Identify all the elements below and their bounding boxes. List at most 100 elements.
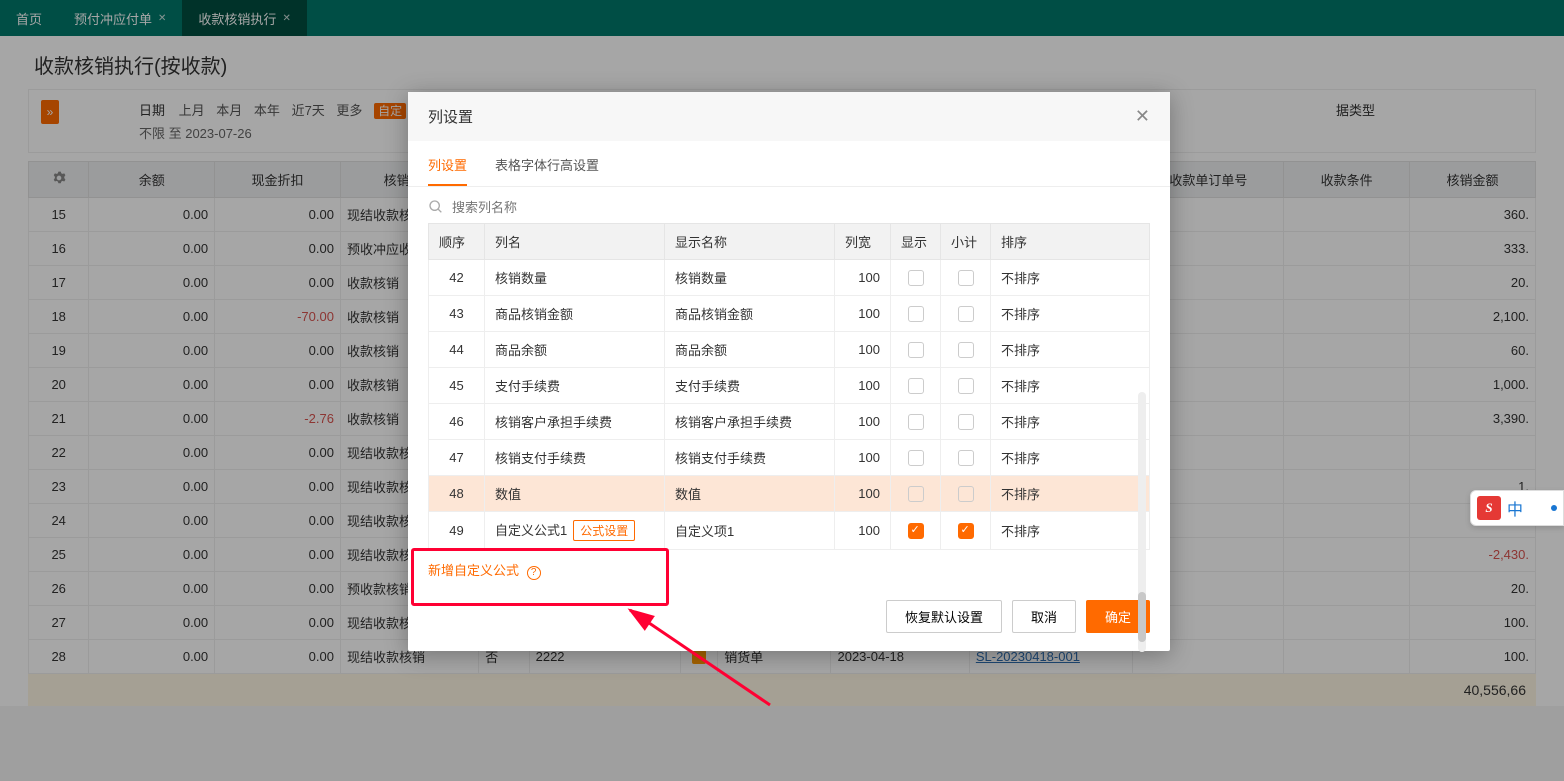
cancel-button[interactable]: 取消 [1012,600,1076,633]
mh-width: 列宽 [835,224,891,260]
checkbox-show[interactable] [908,342,924,358]
checkbox-subtotal[interactable] [958,450,974,466]
cell-show[interactable] [891,476,941,512]
checkbox-subtotal[interactable] [958,523,974,539]
cell-sub[interactable] [941,404,991,440]
cell-width[interactable]: 100 [835,260,891,296]
ime-logo: S [1477,496,1501,520]
cell-width[interactable]: 100 [835,368,891,404]
cell-show[interactable] [891,332,941,368]
modal-title: 列设置 [428,106,473,127]
cell-sort[interactable]: 不排序 [991,512,1150,550]
add-custom-formula-link[interactable]: 新增自定义公式 [428,563,519,578]
cell-sort[interactable]: 不排序 [991,368,1150,404]
cell-sub[interactable] [941,440,991,476]
cell-dispname[interactable]: 数值 [665,476,835,512]
cell-order: 43 [429,296,485,332]
checkbox-show[interactable] [908,378,924,394]
checkbox-show[interactable] [908,306,924,322]
cell-show[interactable] [891,296,941,332]
checkbox-subtotal[interactable] [958,342,974,358]
cell-width[interactable]: 100 [835,404,891,440]
checkbox-show[interactable] [908,270,924,286]
cell-show[interactable] [891,404,941,440]
cell-dispname[interactable]: 商品核销金额 [665,296,835,332]
cell-sort[interactable]: 不排序 [991,476,1150,512]
column-row[interactable]: 47核销支付手续费核销支付手续费100不排序 [429,440,1150,476]
checkbox-subtotal[interactable] [958,486,974,502]
cell-show[interactable] [891,260,941,296]
mh-order: 顺序 [429,224,485,260]
ime-dot-icon [1551,505,1557,511]
checkbox-show[interactable] [908,486,924,502]
checkbox-subtotal[interactable] [958,306,974,322]
cell-sub[interactable] [941,296,991,332]
ime-indicator[interactable]: S 中 [1470,490,1564,526]
column-settings-modal: 列设置 ✕ 列设置 表格字体行高设置 顺序 列名 显示名称 列宽 显示 小计 排… [408,92,1170,651]
cell-colname: 商品余额 [485,332,665,368]
column-row[interactable]: 48数值数值100不排序 [429,476,1150,512]
mh-col: 列名 [485,224,665,260]
cell-colname: 核销客户承担手续费 [485,404,665,440]
mh-disp: 显示名称 [665,224,835,260]
cell-width[interactable]: 100 [835,440,891,476]
cell-sub[interactable] [941,260,991,296]
cell-colname: 支付手续费 [485,368,665,404]
cell-sub[interactable] [941,512,991,550]
checkbox-subtotal[interactable] [958,378,974,394]
ime-lang: 中 [1507,496,1523,520]
checkbox-show[interactable] [908,414,924,430]
cell-order: 42 [429,260,485,296]
cell-width[interactable]: 100 [835,476,891,512]
cell-dispname[interactable]: 商品余额 [665,332,835,368]
modal-close-button[interactable]: ✕ [1135,106,1150,127]
column-row[interactable]: 43商品核销金额商品核销金额100不排序 [429,296,1150,332]
cell-dispname[interactable]: 自定义项1 [665,512,835,550]
cell-sub[interactable] [941,368,991,404]
cell-sort[interactable]: 不排序 [991,296,1150,332]
checkbox-show[interactable] [908,523,924,539]
cell-colname: 核销支付手续费 [485,440,665,476]
column-row[interactable]: 42核销数量核销数量100不排序 [429,260,1150,296]
modal-tab-font[interactable]: 表格字体行高设置 [495,155,599,186]
cell-show[interactable] [891,440,941,476]
mh-sort: 排序 [991,224,1150,260]
checkbox-show[interactable] [908,450,924,466]
cell-width[interactable]: 100 [835,512,891,550]
mh-sub: 小计 [941,224,991,260]
cell-width[interactable]: 100 [835,332,891,368]
cell-dispname[interactable]: 支付手续费 [665,368,835,404]
cell-sort[interactable]: 不排序 [991,440,1150,476]
cell-sort[interactable]: 不排序 [991,260,1150,296]
cell-order: 49 [429,512,485,550]
cell-colname: 数值 [485,476,665,512]
cell-order: 44 [429,332,485,368]
column-table: 顺序 列名 显示名称 列宽 显示 小计 排序 42核销数量核销数量100不排序4… [428,223,1150,550]
cell-dispname[interactable]: 核销客户承担手续费 [665,404,835,440]
column-row[interactable]: 46核销客户承担手续费核销客户承担手续费100不排序 [429,404,1150,440]
column-row[interactable]: 49自定义公式1公式设置自定义项1100不排序 [429,512,1150,550]
cell-show[interactable] [891,368,941,404]
cell-order: 46 [429,404,485,440]
cell-dispname[interactable]: 核销数量 [665,260,835,296]
help-icon[interactable]: ? [527,566,541,580]
checkbox-subtotal[interactable] [958,414,974,430]
scrollbar-thumb[interactable] [1138,592,1146,642]
column-search-input[interactable] [452,200,1150,215]
column-row[interactable]: 44商品余额商品余额100不排序 [429,332,1150,368]
cell-sub[interactable] [941,476,991,512]
reset-default-button[interactable]: 恢复默认设置 [886,600,1002,633]
cell-sub[interactable] [941,332,991,368]
cell-sort[interactable]: 不排序 [991,332,1150,368]
search-icon [428,199,444,215]
checkbox-subtotal[interactable] [958,270,974,286]
formula-settings-button[interactable]: 公式设置 [573,520,635,541]
mh-show: 显示 [891,224,941,260]
column-row[interactable]: 45支付手续费支付手续费100不排序 [429,368,1150,404]
cell-dispname[interactable]: 核销支付手续费 [665,440,835,476]
cell-order: 48 [429,476,485,512]
cell-width[interactable]: 100 [835,296,891,332]
modal-tab-columns[interactable]: 列设置 [428,155,467,186]
cell-show[interactable] [891,512,941,550]
cell-sort[interactable]: 不排序 [991,404,1150,440]
